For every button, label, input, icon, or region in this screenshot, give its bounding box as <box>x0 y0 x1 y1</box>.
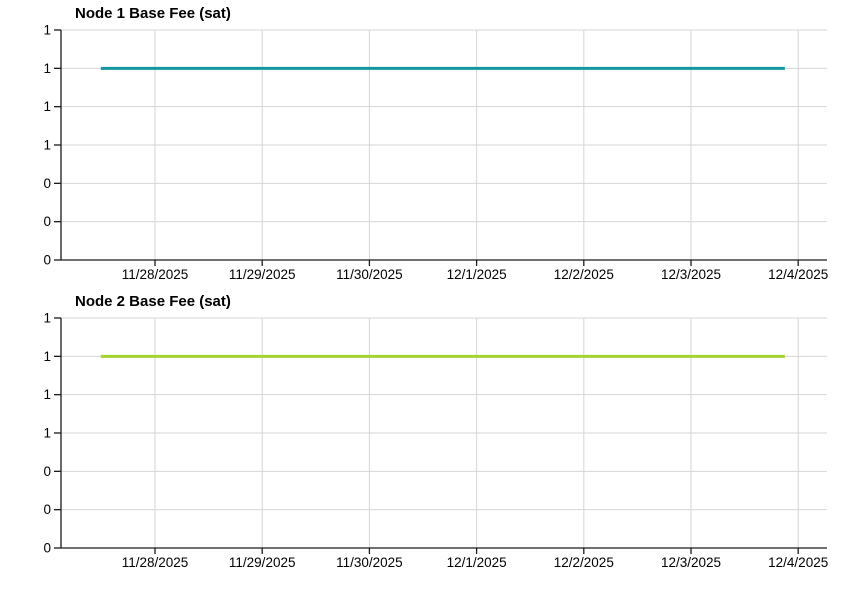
svg-text:12/2/2025: 12/2/2025 <box>554 267 614 282</box>
svg-text:0: 0 <box>43 176 51 191</box>
svg-text:0: 0 <box>43 464 51 479</box>
svg-text:1: 1 <box>43 99 51 114</box>
svg-text:11/30/2025: 11/30/2025 <box>336 267 403 282</box>
svg-text:11/29/2025: 11/29/2025 <box>229 555 296 570</box>
svg-text:0: 0 <box>43 502 51 517</box>
svg-text:11/29/2025: 11/29/2025 <box>229 267 296 282</box>
svg-text:12/4/2025: 12/4/2025 <box>768 267 828 282</box>
svg-text:1: 1 <box>43 311 51 326</box>
svg-text:12/1/2025: 12/1/2025 <box>447 555 507 570</box>
svg-text:0: 0 <box>43 253 51 268</box>
svg-text:12/2/2025: 12/2/2025 <box>554 555 614 570</box>
svg-text:11/30/2025: 11/30/2025 <box>336 555 403 570</box>
svg-text:1: 1 <box>43 387 51 402</box>
svg-text:1: 1 <box>43 23 51 38</box>
chart-node-1-base-fee: Node 1 Base Fee (sat) 111100011/28/20251… <box>0 0 860 288</box>
svg-text:1: 1 <box>43 61 51 76</box>
svg-text:1: 1 <box>43 349 51 364</box>
svg-text:12/4/2025: 12/4/2025 <box>768 555 828 570</box>
svg-text:1: 1 <box>43 138 51 153</box>
plot-area: 1 1 1 1 0 0 0 11/28/2025 11/29/2025 11/30/2025 12/… <box>0 0 860 288</box>
svg-text:12/1/2025: 12/1/2025 <box>447 267 507 282</box>
plot-area: 1 1 1 1 0 0 0 11/28/2025 11/29/2025 11/30/2025 12/… <box>0 288 860 576</box>
svg-text:11/28/2025: 11/28/2025 <box>122 555 189 570</box>
chart-node-2-base-fee: Node 2 Base Fee (sat) 111100011/28/20251… <box>0 288 860 576</box>
svg-text:12/3/2025: 12/3/2025 <box>661 555 721 570</box>
dashboard-canvas: Node 1 Base Fee (sat) 111100011/28/20251… <box>0 0 860 600</box>
svg-text:12/3/2025: 12/3/2025 <box>661 267 721 282</box>
svg-text:11/28/2025: 11/28/2025 <box>122 267 189 282</box>
svg-text:1: 1 <box>43 426 51 441</box>
svg-text:0: 0 <box>43 214 51 229</box>
svg-text:0: 0 <box>43 541 51 556</box>
